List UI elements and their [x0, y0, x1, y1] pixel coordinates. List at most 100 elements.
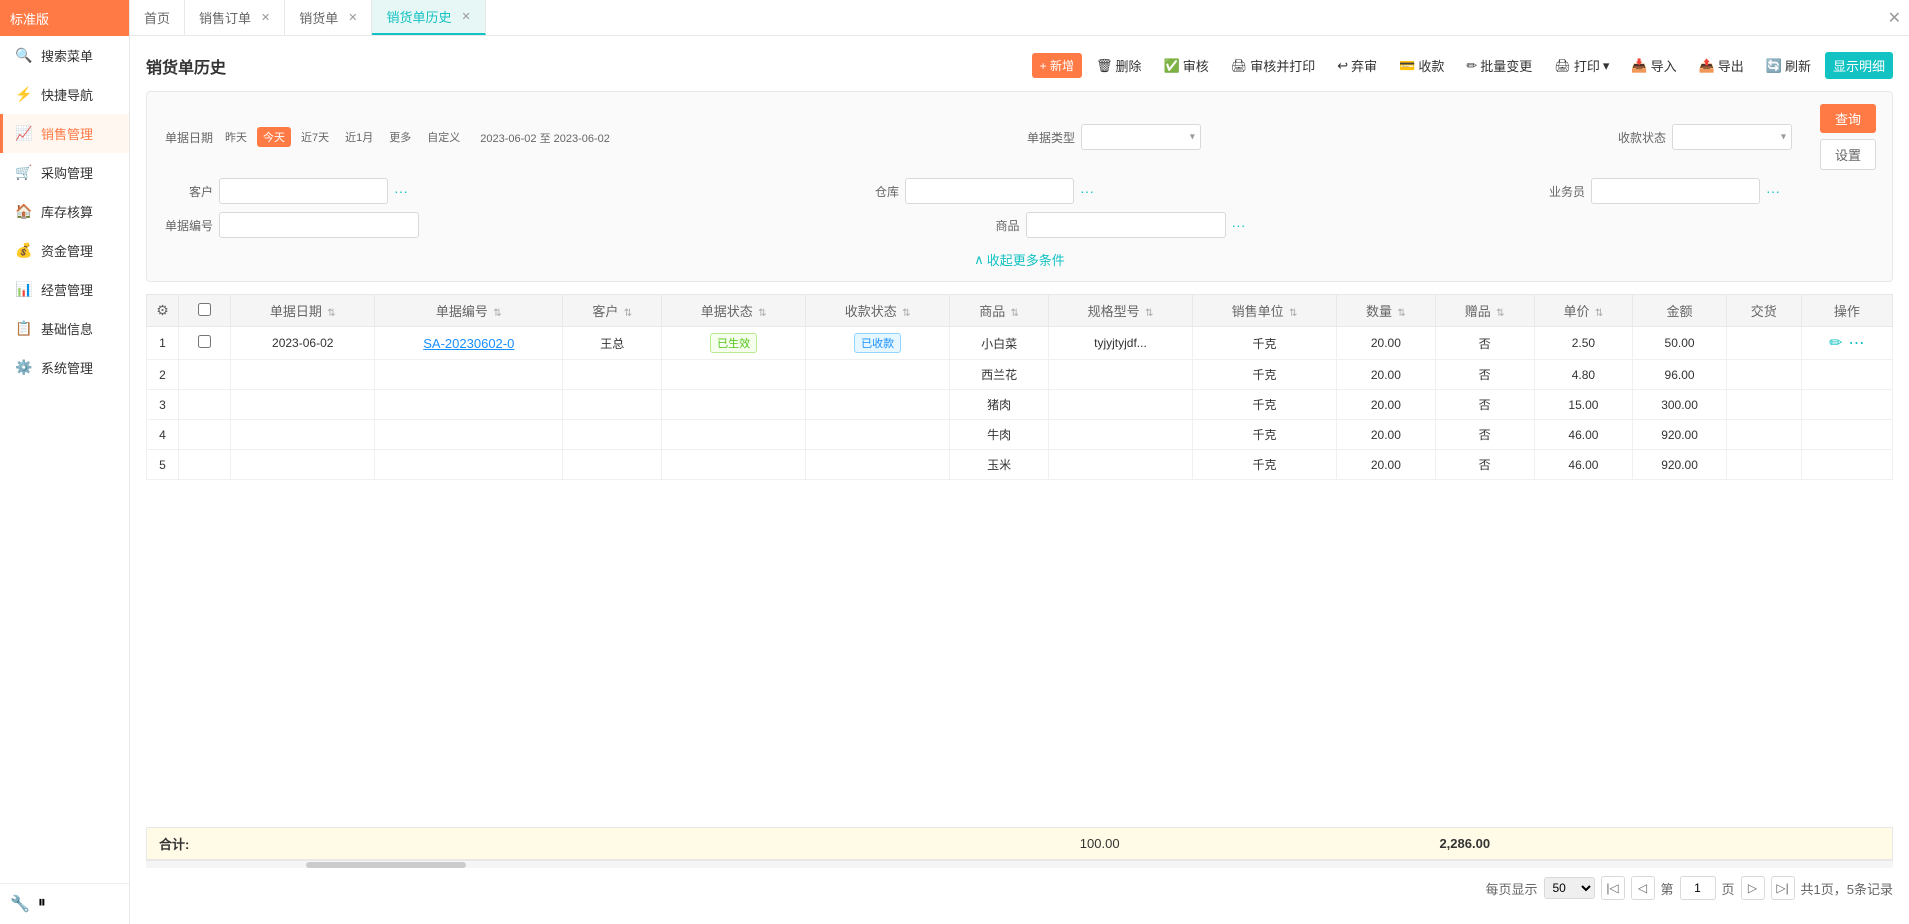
sidebar-item-sys-mgmt[interactable]: ⚙️ 系统管理 [0, 348, 129, 387]
next-page-btn[interactable]: ▷ [1741, 876, 1765, 900]
collapse-label: 收起更多条件 [987, 250, 1065, 269]
warehouse-dots[interactable]: ··· [1080, 183, 1094, 199]
doc-no-input[interactable] [219, 212, 419, 238]
collapse-button[interactable]: ∧ 收起更多条件 [974, 250, 1065, 269]
col-sales-unit-sort[interactable]: ⇅ [1289, 308, 1297, 319]
col-transaction: 交货 [1726, 295, 1801, 327]
col-qty-sort[interactable]: ⇅ [1397, 308, 1405, 319]
audit-button[interactable]: ✅ 审核 [1156, 52, 1217, 79]
cell-spec-3 [1048, 390, 1192, 420]
cell-cb-3 [179, 390, 231, 420]
footer-total-amount: 2,286.00 [1399, 836, 1531, 851]
col-qty: 数量 ⇅ [1337, 295, 1436, 327]
pay-status-select[interactable] [1672, 124, 1792, 150]
col-customer-sort[interactable]: ⇅ [624, 308, 632, 319]
horizontal-scrollbar[interactable] [146, 860, 1893, 868]
sidebar-item-quick-nav[interactable]: ⚡ 快捷导航 [0, 75, 129, 114]
sidebar-item-finance[interactable]: 💰 资金管理 [0, 231, 129, 270]
cell-date-1: 2023-06-02 [231, 327, 375, 360]
abandon-button[interactable]: ↩ 弃审 [1329, 52, 1385, 79]
cell-customer-1: 王总 [563, 327, 662, 360]
col-unit-price-sort[interactable]: ⇅ [1595, 308, 1603, 319]
tab-sales-history[interactable]: 销货单历史 ✕ [372, 0, 485, 35]
col-pay-status-sort[interactable]: ⇅ [902, 308, 910, 319]
doc-type-select[interactable] [1081, 124, 1201, 150]
filter-salesman: 业务员 ··· [1535, 178, 1780, 204]
query-button[interactable]: 查询 [1820, 104, 1876, 133]
batch-change-button[interactable]: ✏ 批量变更 [1458, 52, 1540, 79]
audit-print-button[interactable]: 🖨 审核并打印 [1223, 52, 1324, 79]
sidebar-item-inventory[interactable]: 🏠 库存核算 [0, 192, 129, 231]
cell-seq-5: 5 [147, 450, 179, 480]
refresh-button[interactable]: 🔄 刷新 [1758, 52, 1819, 79]
sidebar-item-search-menu[interactable]: 🔍 搜索菜单 [0, 36, 129, 75]
date-range: 2023-06-02 至 2023-06-02 [480, 130, 610, 146]
date-7days[interactable]: 近7天 [295, 127, 335, 147]
cell-date-4 [231, 420, 375, 450]
doc-no-link-1[interactable]: SA-20230602-0 [423, 336, 514, 351]
col-goods-sort[interactable]: ⇅ [1011, 308, 1019, 319]
customer-input[interactable] [219, 178, 388, 204]
filter-doc-type: 单据类型 [1025, 124, 1201, 150]
select-all-checkbox[interactable] [198, 303, 211, 316]
tab-sales-order[interactable]: 销售订单 ✕ [185, 0, 285, 35]
sidebar-item-base-info[interactable]: 📋 基础信息 [0, 309, 129, 348]
col-gift-sort[interactable]: ⇅ [1496, 308, 1504, 319]
goods-input[interactable] [1026, 212, 1226, 238]
col-doc-status-sort[interactable]: ⇅ [758, 308, 766, 319]
tab-sales-order-close[interactable]: ✕ [261, 11, 270, 24]
sidebar-item-operation[interactable]: 📊 经营管理 [0, 270, 129, 309]
tab-close-all-icon[interactable]: ✕ [1888, 10, 1901, 27]
tab-home[interactable]: 首页 [130, 0, 185, 35]
edit-btn-1[interactable]: ✏ [1829, 333, 1842, 353]
first-page-btn[interactable]: |◁ [1601, 876, 1625, 900]
goods-dots[interactable]: ··· [1232, 217, 1246, 233]
sidebar-bottom-icon2[interactable]: ⏸ [38, 894, 46, 914]
more-btn-1[interactable]: ⋯ [1849, 333, 1865, 353]
sidebar-item-purchase-mgmt[interactable]: 🛒 采购管理 [0, 153, 129, 192]
sidebar-bottom: 🔧 ⏸ [0, 883, 129, 924]
cell-sales-unit-4: 千克 [1192, 420, 1336, 450]
date-1month[interactable]: 近1月 [339, 127, 379, 147]
last-page-btn[interactable]: ▷| [1771, 876, 1795, 900]
sidebar-item-sales-mgmt[interactable]: 📈 销售管理 [0, 114, 129, 153]
col-spec-sort[interactable]: ⇅ [1145, 308, 1153, 319]
date-custom[interactable]: 自定义 [421, 127, 466, 147]
new-button[interactable]: + 新增 [1032, 53, 1082, 78]
footer-qty-value: 100.00 [1080, 836, 1120, 851]
export-button[interactable]: 📤 导出 [1691, 52, 1752, 79]
collect-icon: 💳 [1399, 58, 1415, 74]
cell-doc-status-2 [662, 360, 806, 390]
tab-sales-goods-close[interactable]: ✕ [348, 11, 357, 24]
delete-button[interactable]: 🗑 删除 [1088, 52, 1150, 79]
customer-dots[interactable]: ··· [394, 183, 408, 199]
col-doc-no-sort[interactable]: ⇅ [493, 308, 501, 319]
warehouse-input[interactable] [905, 178, 1074, 204]
audit-print-label: 审核并打印 [1250, 56, 1315, 75]
show-detail-button[interactable]: 显示明细 [1825, 52, 1893, 79]
settings-button[interactable]: 设置 [1820, 139, 1876, 170]
import-button[interactable]: 📥 导入 [1623, 52, 1684, 79]
sidebar-bottom-icon1[interactable]: 🔧 [10, 894, 30, 914]
pagination-bar: 每页显示 50 100 |◁ ◁ 第 页 ▷ ▷| 共1页，5条记录 [146, 868, 1893, 908]
tab-sales-goods[interactable]: 销货单 ✕ [285, 0, 372, 35]
cell-gift-4: 否 [1435, 420, 1534, 450]
row1-checkbox[interactable] [198, 335, 211, 348]
refresh-icon: 🔄 [1766, 58, 1782, 74]
page-size-select[interactable]: 50 100 [1544, 877, 1595, 899]
tab-bar: 首页 销售订单 ✕ 销货单 ✕ 销货单历史 ✕ ✕ [130, 0, 1909, 36]
date-today[interactable]: 今天 [257, 127, 291, 147]
col-transaction-label: 交货 [1751, 304, 1777, 319]
salesman-input[interactable] [1591, 178, 1760, 204]
collect-button[interactable]: 💳 收款 [1391, 52, 1452, 79]
page-input[interactable] [1680, 876, 1716, 900]
date-yesterday[interactable]: 昨天 [219, 127, 253, 147]
tab-sales-history-close[interactable]: ✕ [462, 10, 471, 23]
table-settings-button[interactable]: ⚙ [156, 302, 169, 319]
salesman-dots[interactable]: ··· [1766, 183, 1780, 199]
print-button[interactable]: 🖨 打印 ▾ [1546, 52, 1617, 79]
col-date-sort[interactable]: ⇅ [327, 308, 335, 319]
date-more[interactable]: 更多 [383, 127, 417, 147]
tab-home-label: 首页 [144, 8, 170, 27]
prev-page-btn[interactable]: ◁ [1631, 876, 1655, 900]
